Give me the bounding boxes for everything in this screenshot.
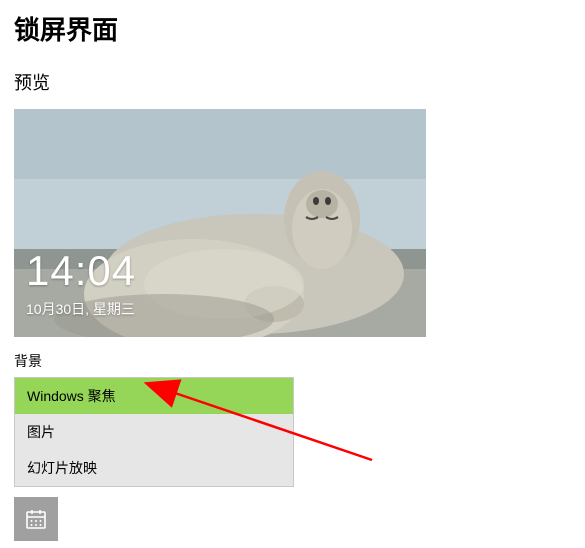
dropdown-option-slideshow[interactable]: 幻灯片放映 — [15, 450, 293, 486]
dropdown-option-windows-spotlight[interactable]: Windows 聚焦 — [15, 378, 293, 414]
dropdown-option-picture[interactable]: 图片 — [15, 414, 293, 450]
calendar-app-button[interactable] — [14, 497, 58, 541]
calendar-icon — [25, 508, 47, 530]
page-title: 锁屏界面 — [14, 10, 571, 47]
background-label: 背景 — [14, 351, 571, 371]
preview-time: 14:04 — [26, 247, 136, 295]
preview-label: 预览 — [14, 69, 571, 95]
lockscreen-preview: 14:04 10月30日, 星期三 — [14, 109, 426, 337]
preview-date: 10月30日, 星期三 — [26, 299, 135, 319]
background-dropdown[interactable]: Windows 聚焦 图片 幻灯片放映 — [14, 377, 294, 487]
